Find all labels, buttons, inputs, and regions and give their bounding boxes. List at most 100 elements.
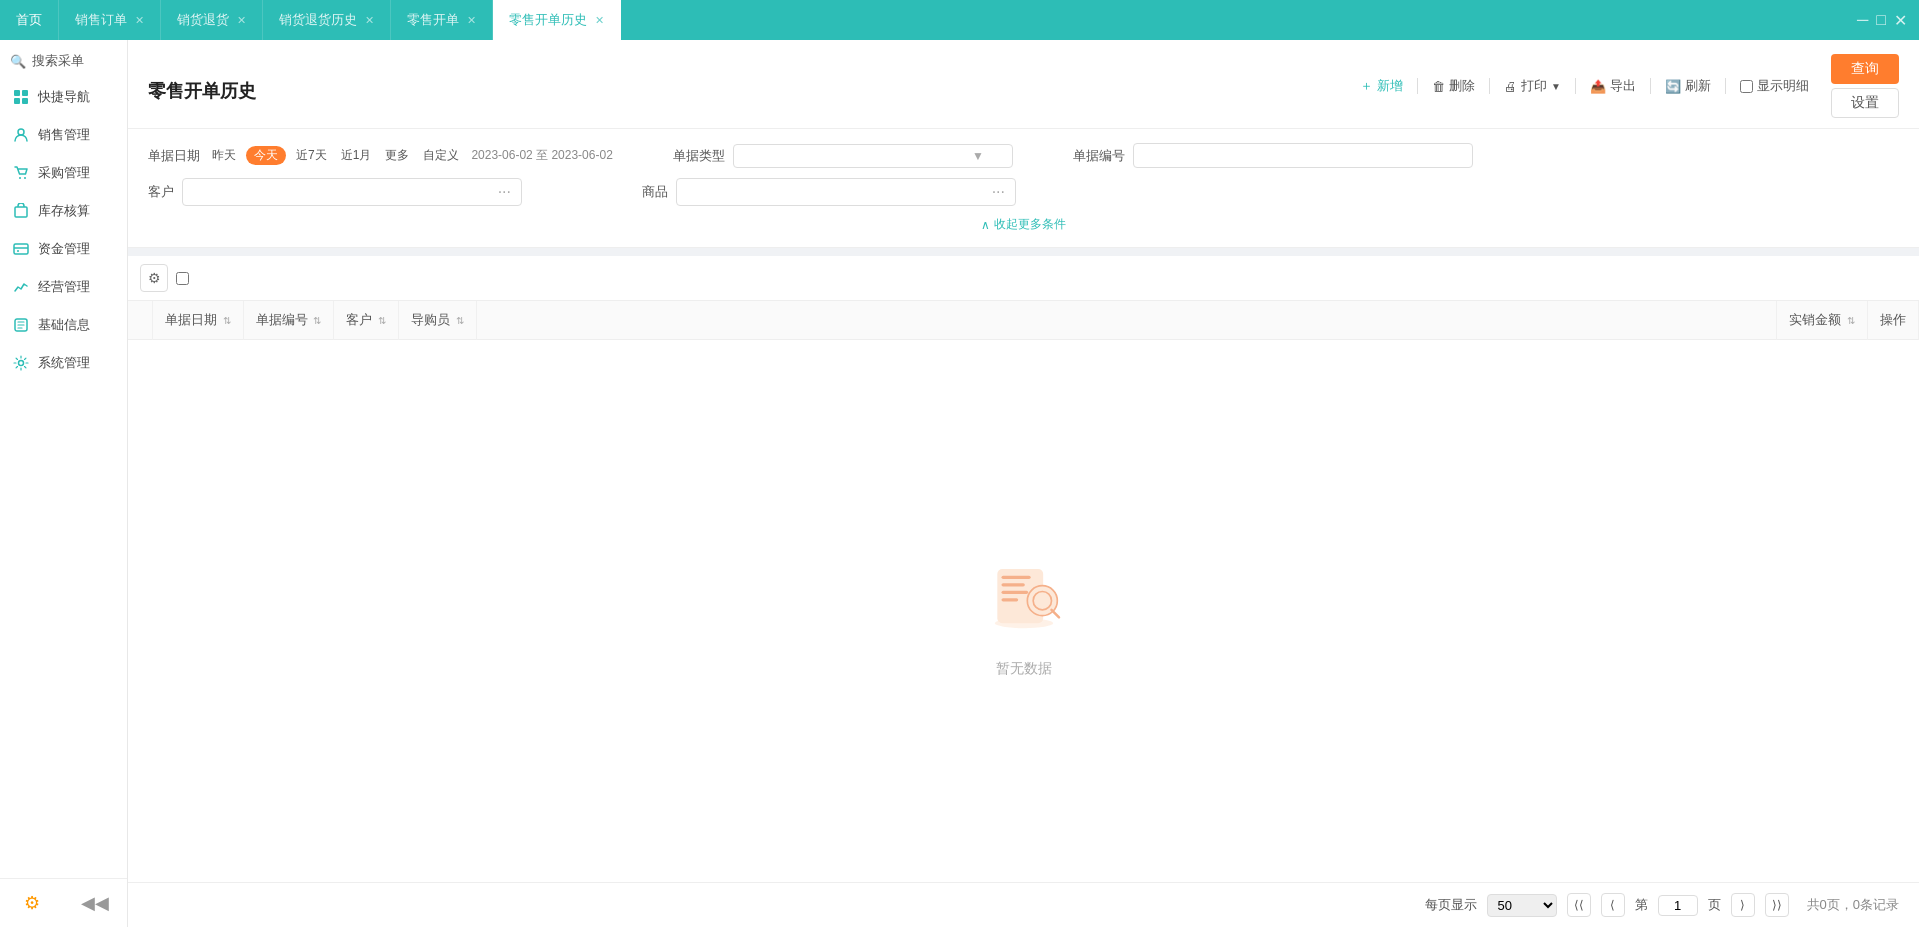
- sidebar-item-base-info[interactable]: 基础信息: [0, 306, 127, 344]
- empty-state: 暂无数据: [128, 340, 1919, 882]
- select-all-checkbox[interactable]: [176, 272, 189, 285]
- sidebar: 🔍 搜索采单 快捷导航 销售管理 采购管理 库存核算: [0, 40, 128, 927]
- sys-mgmt-icon: [12, 354, 30, 372]
- page-first-button[interactable]: ⟨⟨: [1567, 893, 1591, 917]
- print-button[interactable]: 🖨 打印 ▼: [1504, 77, 1561, 95]
- tab-retail-open-history-close[interactable]: ✕: [595, 14, 604, 27]
- shortcut-7days[interactable]: 近7天: [292, 146, 331, 165]
- shortcut-today[interactable]: 今天: [246, 146, 286, 165]
- window-controls: ─ □ ✕: [1857, 11, 1919, 30]
- column-settings-icon: ⚙: [148, 270, 161, 286]
- refresh-button[interactable]: 🔄 刷新: [1665, 77, 1711, 95]
- collapse-more-btn[interactable]: ∧ 收起更多条件: [148, 216, 1899, 233]
- divider5: [1725, 78, 1726, 94]
- th-action: 操作: [1868, 301, 1919, 340]
- add-button[interactable]: ＋ 新增: [1360, 77, 1403, 95]
- svg-line-20: [1051, 610, 1059, 618]
- shortcut-more[interactable]: 更多: [381, 146, 413, 165]
- sidebar-item-sys-mgmt[interactable]: 系统管理: [0, 344, 127, 382]
- tab-sales-order[interactable]: 销售订单 ✕: [59, 0, 161, 40]
- maximize-button[interactable]: □: [1876, 11, 1886, 29]
- shortcut-yesterday[interactable]: 昨天: [208, 146, 240, 165]
- page-last-button[interactable]: ⟩⟩: [1765, 893, 1789, 917]
- sidebar-item-finance-label: 资金管理: [38, 240, 90, 258]
- tab-sales-return-history[interactable]: 销货退货历史 ✕: [263, 0, 391, 40]
- doc-type-filter-group: 单据类型 ▼: [673, 144, 1013, 168]
- th-no[interactable]: 单据编号 ⇅: [243, 301, 334, 340]
- empty-icon: [974, 544, 1074, 644]
- pagination: 每页显示 50 10 20 100 ⟨⟨ ⟨ 第 页 ⟩ ⟩⟩ 共0页，0条记录: [128, 882, 1919, 927]
- th-guide[interactable]: 导购员 ⇅: [398, 301, 476, 340]
- delete-button[interactable]: 🗑 删除: [1432, 77, 1475, 95]
- th-select: [128, 301, 153, 340]
- export-button[interactable]: 📤 导出: [1590, 77, 1636, 95]
- svg-rect-7: [15, 207, 27, 217]
- svg-rect-0: [14, 90, 20, 96]
- date-filter-label: 单据日期: [148, 147, 200, 165]
- filter-row-1: 单据日期 昨天 今天 近7天 近1月 更多 自定义 2023-06-02 至 2…: [148, 143, 1899, 168]
- column-settings-button[interactable]: ⚙: [140, 264, 168, 292]
- tab-retail-open-close[interactable]: ✕: [467, 14, 476, 27]
- query-button[interactable]: 查询: [1831, 54, 1899, 84]
- th-customer[interactable]: 客户 ⇅: [334, 301, 399, 340]
- page-number-input[interactable]: [1658, 895, 1698, 916]
- sidebar-item-sales[interactable]: 销售管理: [0, 116, 127, 154]
- collapse-label: 收起更多条件: [994, 216, 1066, 233]
- gear-button[interactable]: ⚙: [16, 887, 48, 919]
- close-button[interactable]: ✕: [1894, 11, 1907, 30]
- shortcut-1month[interactable]: 近1月: [337, 146, 376, 165]
- tab-sales-return-history-close[interactable]: ✕: [365, 14, 374, 27]
- tab-sales-return-close[interactable]: ✕: [237, 14, 246, 27]
- sidebar-item-quick-nav[interactable]: 快捷导航: [0, 78, 127, 116]
- tab-retail-open-history[interactable]: 零售开单历史 ✕: [493, 0, 621, 40]
- collapse-icon: ◀◀: [81, 892, 109, 914]
- base-info-icon: [12, 316, 30, 334]
- collapse-button[interactable]: ◀◀: [79, 887, 111, 919]
- sidebar-item-finance[interactable]: 资金管理: [0, 230, 127, 268]
- tab-home[interactable]: 首页: [0, 0, 59, 40]
- th-amount[interactable]: 实销金额 ⇅: [1777, 301, 1868, 340]
- sort-no-icon[interactable]: ⇅: [313, 315, 321, 326]
- th-date[interactable]: 单据日期 ⇅: [153, 301, 244, 340]
- top-tabbar: 首页 销售订单 ✕ 销货退货 ✕ 销货退货历史 ✕ 零售开单 ✕ 零售开单历史 …: [0, 0, 1919, 40]
- gear-icon: ⚙: [24, 892, 40, 914]
- print-label: 打印: [1521, 77, 1547, 95]
- svg-point-4: [18, 129, 24, 135]
- sort-customer-icon[interactable]: ⇅: [378, 315, 386, 326]
- sort-guide-icon[interactable]: ⇅: [456, 315, 464, 326]
- page-title: 零售开单历史: [148, 79, 256, 103]
- sidebar-item-purchase-label: 采购管理: [38, 164, 90, 182]
- sidebar-item-operations[interactable]: 经营管理: [0, 268, 127, 306]
- settings-button[interactable]: 设置: [1831, 88, 1899, 118]
- doc-type-select[interactable]: ▼: [733, 144, 1013, 168]
- tab-sales-return[interactable]: 销货退货 ✕: [161, 0, 263, 40]
- doc-no-input[interactable]: [1133, 143, 1473, 168]
- sidebar-item-inventory[interactable]: 库存核算: [0, 192, 127, 230]
- shortcut-custom[interactable]: 自定义: [419, 146, 463, 165]
- customer-input[interactable]: ···: [182, 178, 522, 206]
- show-detail-input[interactable]: [1740, 80, 1753, 93]
- page-prev-button[interactable]: ⟨: [1601, 893, 1625, 917]
- sidebar-item-purchase[interactable]: 采购管理: [0, 154, 127, 192]
- per-page-select[interactable]: 50 10 20 100: [1487, 894, 1557, 917]
- goods-input[interactable]: ···: [676, 178, 1016, 206]
- sidebar-search[interactable]: 🔍 搜索采单: [0, 40, 127, 78]
- sort-amount-icon[interactable]: ⇅: [1847, 315, 1855, 326]
- data-table: 单据日期 ⇅ 单据编号 ⇅ 客户 ⇅ 导购员 ⇅: [128, 301, 1919, 340]
- page-next-button[interactable]: ⟩: [1731, 893, 1755, 917]
- show-detail-checkbox[interactable]: 显示明细: [1740, 77, 1809, 95]
- table-header: 单据日期 ⇅ 单据编号 ⇅ 客户 ⇅ 导购员 ⇅: [128, 301, 1919, 340]
- sort-date-icon[interactable]: ⇅: [223, 315, 231, 326]
- page-header: 零售开单历史 ＋ 新增 🗑 删除 🖨 打印 ▼: [128, 40, 1919, 129]
- svg-rect-17: [1001, 598, 1018, 601]
- customer-dots: ···: [498, 183, 511, 201]
- tab-retail-open[interactable]: 零售开单 ✕: [391, 0, 493, 40]
- minimize-button[interactable]: ─: [1857, 11, 1868, 29]
- collapse-arrow-icon: ∧: [981, 218, 990, 232]
- tab-sales-order-close[interactable]: ✕: [135, 14, 144, 27]
- show-detail-label: 显示明细: [1757, 77, 1809, 95]
- page-unit: 页: [1708, 896, 1721, 914]
- customer-filter-group: 客户 ···: [148, 178, 522, 206]
- svg-rect-16: [1001, 591, 1028, 594]
- goods-dots: ···: [992, 183, 1005, 201]
